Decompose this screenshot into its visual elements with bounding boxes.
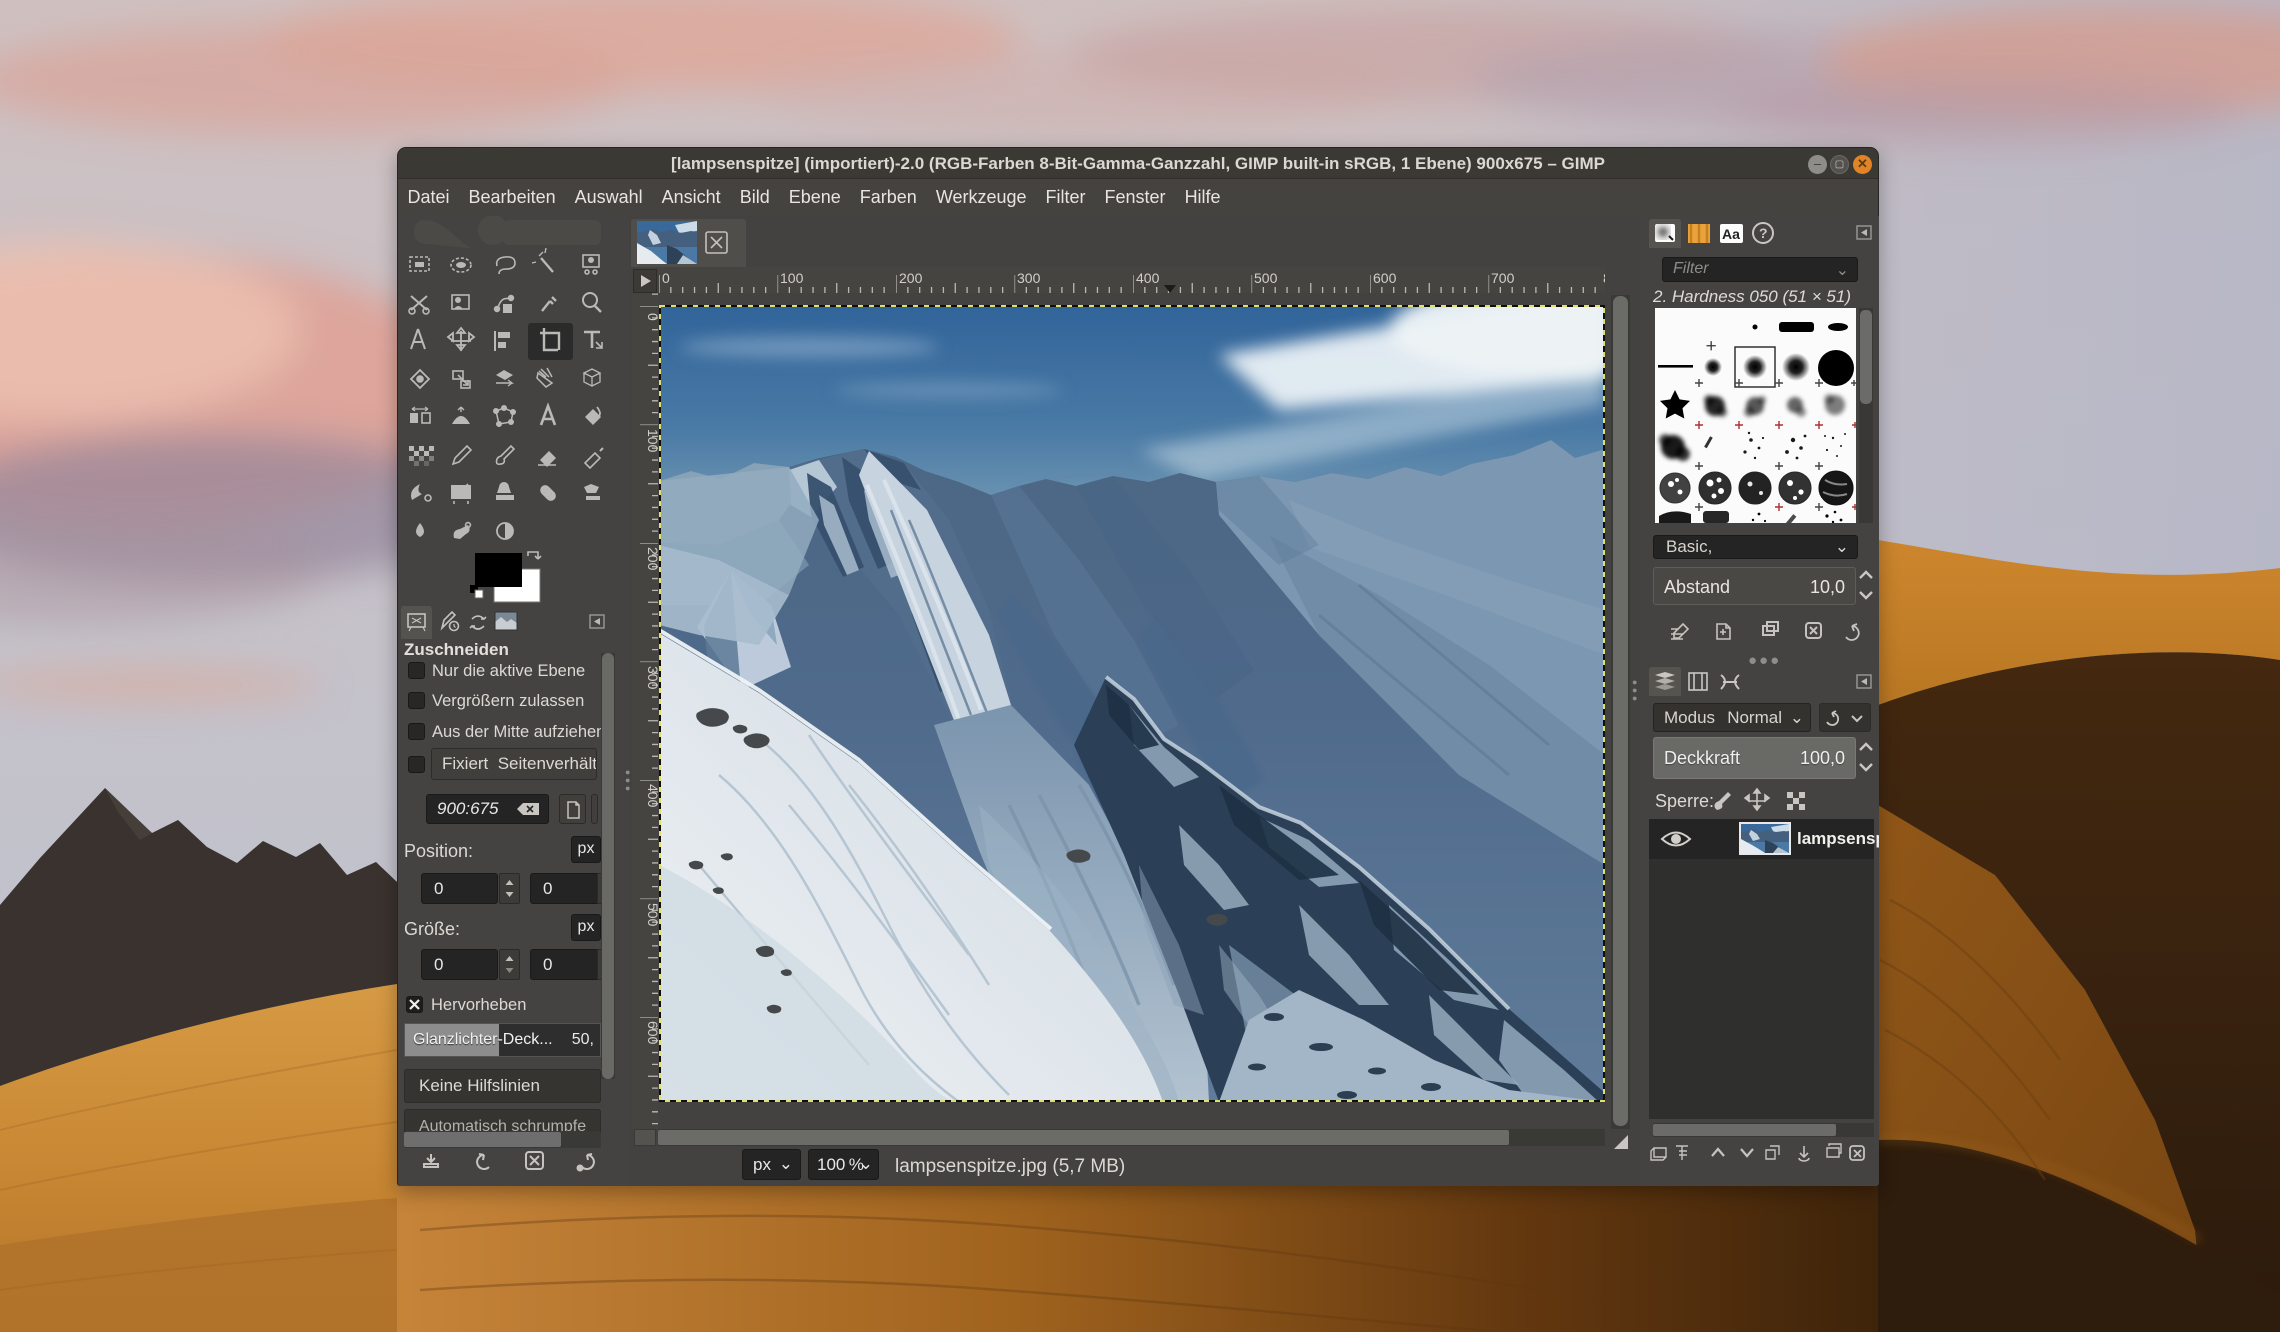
svg-text:500: 500 <box>1254 270 1278 286</box>
svg-text:600: 600 <box>645 1021 658 1045</box>
svg-text:0: 0 <box>662 270 670 286</box>
svg-text:Aa: Aa <box>1722 226 1740 242</box>
svg-text:400: 400 <box>1136 270 1160 286</box>
svg-text:8: 8 <box>1603 270 1605 286</box>
svg-text:100: 100 <box>780 270 804 286</box>
svg-text:?: ? <box>1759 225 1768 241</box>
svg-text:200: 200 <box>899 270 923 286</box>
svg-text:100: 100 <box>645 429 658 453</box>
svg-text:300: 300 <box>1017 270 1041 286</box>
svg-text:600: 600 <box>1373 270 1397 286</box>
svg-text:700: 700 <box>1491 270 1515 286</box>
svg-text:400: 400 <box>645 784 658 808</box>
svg-text:200: 200 <box>645 547 658 571</box>
svg-text:0: 0 <box>645 313 658 321</box>
svg-text:300: 300 <box>645 666 658 690</box>
svg-text:500: 500 <box>645 903 658 927</box>
